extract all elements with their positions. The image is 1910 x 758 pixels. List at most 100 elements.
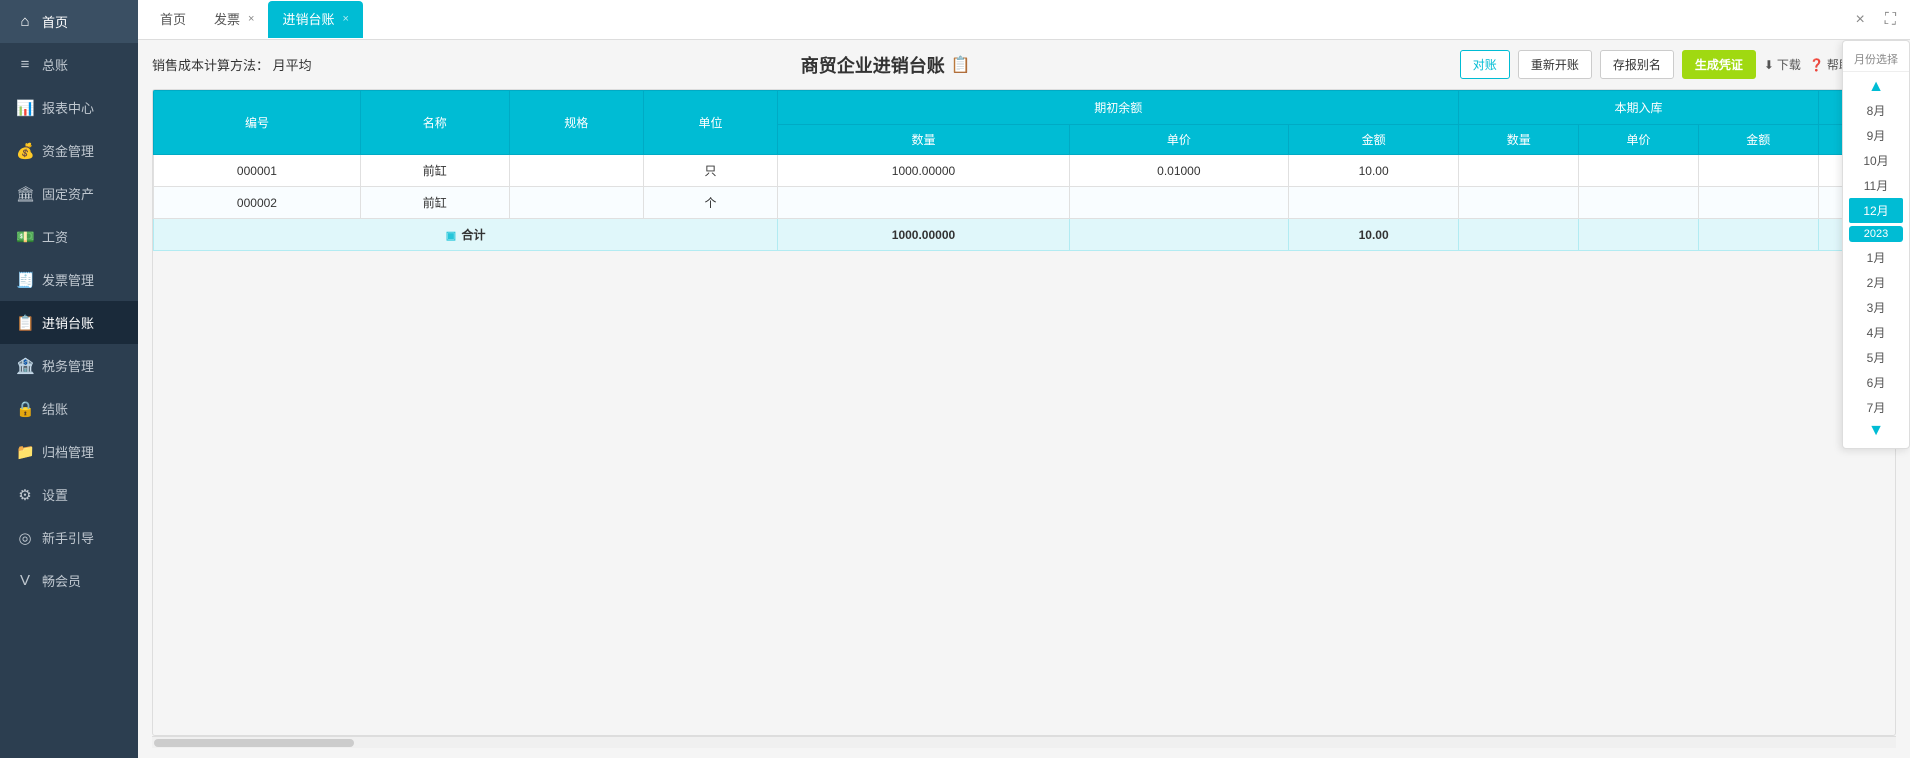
total-open-amount: 10.00 xyxy=(1288,219,1459,251)
sidebar-item-label: 设置 xyxy=(42,485,68,504)
window-close-button[interactable]: × xyxy=(1849,9,1870,31)
sidebar-item-tax[interactable]: 🏦 税务管理 xyxy=(0,344,138,387)
sidebar-item-label: 报表中心 xyxy=(42,98,94,117)
sidebar-item-archive[interactable]: 📁 归档管理 xyxy=(0,430,138,473)
col-sub-in-amount: 金额 xyxy=(1698,125,1818,155)
cost-method-label: 销售成本计算方法： xyxy=(152,58,269,73)
month-nav-up[interactable]: ▲ xyxy=(1843,76,1909,98)
data-table-wrapper: 编号 名称 规格 单位 期初余额 本期入库 数量 单价 金额 数量 单价 xyxy=(152,89,1896,736)
page-content: 销售成本计算方法： 月平均 商贸企业进销台账 📋 对账 重新开账 存报别名 生成… xyxy=(138,40,1910,758)
tab-bar: 首页 发票 × 进销台账 × × ⛶ xyxy=(138,0,1910,40)
sidebar-item-funds[interactable]: 💰 资金管理 xyxy=(0,129,138,172)
scroll-thumb xyxy=(154,739,354,747)
month-item-11[interactable]: 11月 xyxy=(1843,173,1909,198)
sidebar-item-guide[interactable]: ◎ 新手引导 xyxy=(0,516,138,559)
tab-home[interactable]: 首页 xyxy=(146,1,200,38)
sidebar-item-invoice-mgmt[interactable]: 🧾 发票管理 xyxy=(0,258,138,301)
total-open-qty: 1000.00000 xyxy=(778,219,1070,251)
cell-open-price xyxy=(1069,187,1288,219)
cell-unit: 个 xyxy=(643,187,777,219)
col-header-opening-balance: 期初余额 xyxy=(778,91,1459,125)
cost-method: 销售成本计算方法： 月平均 xyxy=(152,55,312,74)
tab-purchase-sales[interactable]: 进销台账 × xyxy=(268,1,362,38)
month-panel-title: 月份选择 xyxy=(1843,47,1909,72)
tab-purchase-sales-close[interactable]: × xyxy=(342,13,348,25)
sidebar-item-ledger[interactable]: ≡ 总账 xyxy=(0,43,138,86)
sidebar-item-label: 总账 xyxy=(42,55,68,74)
home-icon: ⌂ xyxy=(16,13,34,30)
tax-icon: 🏦 xyxy=(16,357,34,375)
sidebar-item-assets[interactable]: 🏛 固定资产 xyxy=(0,172,138,215)
month-item-5[interactable]: 5月 xyxy=(1843,345,1909,370)
reopen-button[interactable]: 重新开账 xyxy=(1518,50,1592,79)
col-header-current-in: 本期入库 xyxy=(1459,91,1818,125)
cell-in-qty xyxy=(1459,187,1579,219)
ledger-icon: ≡ xyxy=(16,56,34,73)
cell-open-price: 0.01000 xyxy=(1069,155,1288,187)
bottom-scrollbar[interactable] xyxy=(152,736,1896,748)
month-item-8[interactable]: 8月 xyxy=(1843,98,1909,123)
sidebar-item-close[interactable]: 🔒 结账 xyxy=(0,387,138,430)
cell-spec xyxy=(509,155,643,187)
assets-icon: 🏛 xyxy=(16,185,34,203)
month-item-3[interactable]: 3月 xyxy=(1843,295,1909,320)
page-title: 商贸企业进销台账 📋 xyxy=(801,52,971,78)
col-header-name: 名称 xyxy=(360,91,509,155)
main-area: 首页 发票 × 进销台账 × × ⛶ 销售成本计算方法： 月平均 商贸企业进销台… xyxy=(138,0,1910,758)
month-item-10[interactable]: 10月 xyxy=(1843,148,1909,173)
tab-purchase-sales-label: 进销台账 xyxy=(282,9,334,28)
cell-in-price xyxy=(1579,155,1699,187)
month-item-9[interactable]: 9月 xyxy=(1843,123,1909,148)
sidebar-item-label: 结账 xyxy=(42,399,68,418)
sidebar-item-home[interactable]: ⌂ 首页 xyxy=(0,0,138,43)
sidebar-item-label: 首页 xyxy=(42,12,68,31)
reports-icon: 📊 xyxy=(16,99,34,117)
tab-invoice-close[interactable]: × xyxy=(248,13,254,25)
total-icon: ▣ xyxy=(446,230,456,242)
tab-invoice-label: 发票 xyxy=(214,9,240,28)
month-item-7[interactable]: 7月 xyxy=(1843,395,1909,420)
sidebar-item-salary[interactable]: 💵 工资 xyxy=(0,215,138,258)
reconcile-button[interactable]: 对账 xyxy=(1460,50,1510,79)
sidebar-item-label: 归档管理 xyxy=(42,442,94,461)
generate-button[interactable]: 生成凭证 xyxy=(1682,50,1756,79)
cell-code: 000002 xyxy=(154,187,361,219)
archive-icon: 📁 xyxy=(16,443,34,461)
page-title-text: 商贸企业进销台账 xyxy=(801,52,945,78)
sidebar-item-reports[interactable]: 📊 报表中心 xyxy=(0,86,138,129)
tab-invoice[interactable]: 发票 × xyxy=(200,1,268,38)
month-item-12[interactable]: 12月 xyxy=(1849,198,1903,223)
sidebar-item-settings[interactable]: ⚙ 设置 xyxy=(0,473,138,516)
window-maximize-button[interactable]: ⛶ xyxy=(1879,9,1902,31)
download-button[interactable]: ⬇ 下载 xyxy=(1764,56,1801,73)
sidebar-item-label: 进销台账 xyxy=(42,313,94,332)
col-sub-open-amount: 金额 xyxy=(1288,125,1459,155)
total-row: ▣ 合计 1000.00000 10.00 xyxy=(154,219,1895,251)
save-as-button[interactable]: 存报别名 xyxy=(1600,50,1674,79)
purchase-sales-icon: 📋 xyxy=(16,314,34,332)
total-in-price xyxy=(1579,219,1699,251)
sidebar-item-member[interactable]: V 畅会员 xyxy=(0,559,138,602)
cell-in-price xyxy=(1579,187,1699,219)
invoice-icon: 🧾 xyxy=(16,271,34,289)
cell-in-amount xyxy=(1698,187,1818,219)
month-item-2[interactable]: 2月 xyxy=(1843,270,1909,295)
month-nav-down[interactable]: ▼ xyxy=(1843,420,1909,442)
download-icon: ⬇ xyxy=(1764,58,1774,72)
month-item-4[interactable]: 4月 xyxy=(1843,320,1909,345)
help-icon: ❓ xyxy=(1809,58,1824,72)
sidebar-item-purchase-sales[interactable]: 📋 进销台账 xyxy=(0,301,138,344)
month-item-1[interactable]: 1月 xyxy=(1843,245,1909,270)
table-row: 000002 前缸 个 xyxy=(154,187,1895,219)
sidebar-item-label: 畅会员 xyxy=(42,571,81,590)
col-sub-open-price: 单价 xyxy=(1069,125,1288,155)
close-period-icon: 🔒 xyxy=(16,400,34,418)
col-sub-open-qty: 数量 xyxy=(778,125,1070,155)
cell-open-amount: 10.00 xyxy=(1288,155,1459,187)
year-badge-2023: 2023 xyxy=(1849,226,1903,242)
cell-unit: 只 xyxy=(643,155,777,187)
cell-name: 前缸 xyxy=(360,187,509,219)
cost-method-value: 月平均 xyxy=(273,58,312,73)
col-header-code: 编号 xyxy=(154,91,361,155)
month-item-6[interactable]: 6月 xyxy=(1843,370,1909,395)
